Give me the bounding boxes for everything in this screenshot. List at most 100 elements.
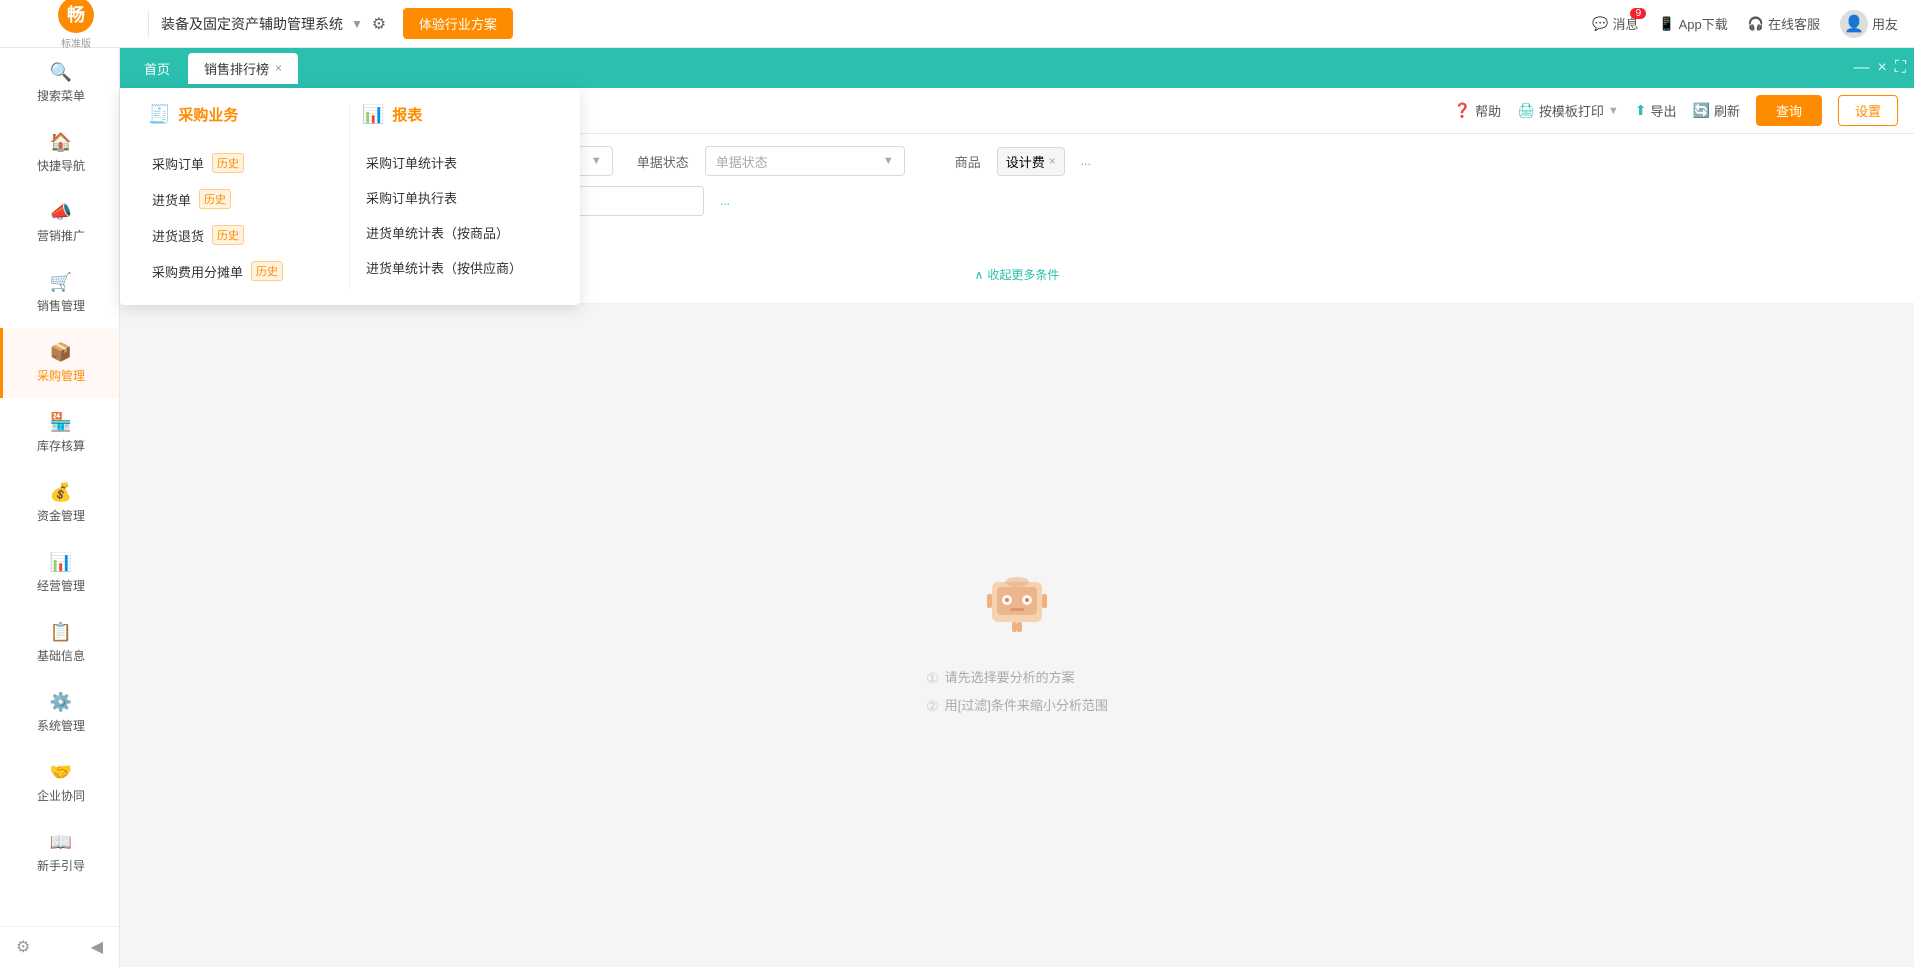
guide-icon: 📖 [50, 832, 72, 853]
sidebar-item-marketing[interactable]: 📣 营销推广 [0, 188, 119, 258]
notifications-btn[interactable]: 💬 消息 9 [1592, 14, 1638, 33]
history-badge-stock-return: 历史 [212, 225, 244, 245]
purchase-dropdown-menu: 🧾 采购业务 采购订单 历史 进货单 历史 进货退货 历史 采购费用分摊单 历史… [120, 88, 580, 305]
user-btn[interactable]: 👤 用友 [1840, 10, 1898, 38]
empty-state: ① 请先选择要分析的方案 ② 用[过滤]条件来缩小分析范围 [120, 304, 1914, 967]
purchase-section-icon: 🧾 [148, 104, 170, 125]
collapse-filters-btn[interactable]: ∧ 收起更多条件 [975, 266, 1060, 283]
sidebar: 🔍 搜索菜单 🏠 快捷导航 📣 营销推广 🛒 销售管理 📦 采购管理 🏪 库存核… [0, 48, 120, 967]
logo-subtext: 标准版 [61, 35, 91, 50]
system-name[interactable]: 装备及固定资产辅助管理系统 ▼ [161, 14, 363, 34]
search-icon: 🔍 [50, 62, 72, 83]
phone-icon: 📱 [1658, 16, 1674, 32]
document-status-select[interactable]: 单据状态 ▼ [705, 146, 905, 176]
purchase-section-title: 🧾 采购业务 [148, 104, 337, 133]
sidebar-collapse-btn[interactable]: ◀ [91, 937, 103, 957]
settings-btn[interactable]: 设置 [1838, 95, 1898, 126]
sidebar-item-finance[interactable]: 💰 资金管理 [0, 468, 119, 538]
finance-icon: 💰 [50, 482, 72, 503]
sidebar-item-inventory[interactable]: 🏪 库存核算 [0, 398, 119, 468]
cooperation-icon: 🤝 [50, 762, 72, 783]
empty-tip-1: ① 请先选择要分析的方案 [926, 664, 1108, 692]
menu-item-purchase-expense[interactable]: 采购费用分摊单 历史 [148, 253, 337, 289]
sidebar-item-quick-nav[interactable]: 🏠 快捷导航 [0, 118, 119, 188]
menu-item-stock-return[interactable]: 进货退货 历史 [148, 217, 337, 253]
sidebar-label-guide: 新手引导 [37, 857, 85, 874]
menu-item-order-stats[interactable]: 采购订单统计表 [362, 145, 552, 180]
sidebar-item-sales[interactable]: 🛒 销售管理 [0, 258, 119, 328]
sidebar-label-marketing: 营销推广 [37, 227, 85, 244]
menu-item-purchase-order[interactable]: 采购订单 历史 [148, 145, 337, 181]
tab-bar: 首页 销售排行榜 × — × ⛶ [120, 48, 1914, 88]
headset-icon: 🎧 [1748, 16, 1764, 32]
sidebar-item-operations[interactable]: 📊 经营管理 [0, 538, 119, 608]
sidebar-label-quick-nav: 快捷导航 [37, 157, 85, 174]
operations-icon: 📊 [50, 552, 72, 573]
refresh-icon: 🔄 [1693, 102, 1710, 119]
print-icon: 🖨 [1517, 102, 1535, 119]
industry-solution-btn[interactable]: 体验行业方案 [403, 8, 513, 39]
sidebar-item-cooperation[interactable]: 🤝 企业协同 [0, 748, 119, 818]
tab-close-icon[interactable]: × [275, 61, 282, 75]
sidebar-label-cooperation: 企业协同 [37, 787, 85, 804]
sidebar-label-inventory: 库存核算 [37, 437, 85, 454]
print-btn[interactable]: 🖨 按模板打印 ▼ [1517, 101, 1619, 120]
goods-tag[interactable]: 设计费 × [997, 147, 1065, 176]
sales-icon: 🛒 [50, 272, 72, 293]
tab-home[interactable]: 首页 [128, 53, 186, 84]
basic-info-icon: 📋 [50, 622, 72, 643]
sidebar-label-system: 系统管理 [37, 717, 85, 734]
message-icon: 💬 [1592, 16, 1608, 32]
logo-icon: 畅 [58, 0, 94, 33]
inventory-icon: 🏪 [50, 412, 72, 433]
menu-item-stock-stats-supplier[interactable]: 进货单统计表（按供应商） [362, 250, 552, 285]
sidebar-label-purchase: 采购管理 [37, 367, 85, 384]
salesperson-more-btn[interactable]: ... [720, 194, 730, 208]
history-badge-purchase-expense: 历史 [251, 261, 283, 281]
document-status-label: 单据状态 [629, 152, 689, 171]
export-btn[interactable]: ⬆ 导出 [1635, 101, 1677, 120]
logo: 畅 标准版 [16, 0, 136, 50]
sidebar-settings-btn[interactable]: ⚙ [16, 937, 30, 957]
menu-item-stock-stats-goods[interactable]: 进货单统计表（按商品） [362, 215, 552, 250]
empty-illustration [967, 552, 1067, 652]
goods-more-btn[interactable]: ... [1081, 154, 1091, 168]
online-service-btn[interactable]: 🎧 在线客服 [1748, 14, 1820, 33]
notifications-badge: 9 [1630, 8, 1646, 19]
system-dropdown-arrow: ▼ [351, 17, 363, 31]
tab-close-all-btn[interactable]: × [1877, 59, 1886, 77]
refresh-btn[interactable]: 🔄 刷新 [1693, 101, 1740, 120]
collapse-icon: ∧ [975, 268, 984, 282]
purchase-icon: 📦 [50, 342, 72, 363]
tab-ranking[interactable]: 销售排行榜 × [188, 53, 298, 84]
user-avatar: 👤 [1840, 10, 1868, 38]
sidebar-item-search[interactable]: 🔍 搜索菜单 [0, 48, 119, 118]
history-badge-stock-in: 历史 [199, 189, 231, 209]
empty-tip-2: ② 用[过滤]条件来缩小分析范围 [926, 692, 1108, 720]
report-col: 📊 报表 采购订单统计表 采购订单执行表 进货单统计表（按商品） 进货单统计表（… [350, 104, 564, 289]
help-btn[interactable]: ❓ 帮助 [1454, 101, 1501, 120]
tab-bar-right: — × ⛶ [1853, 59, 1906, 77]
topbar: 畅 标准版 装备及固定资产辅助管理系统 ▼ ⚙ 体验行业方案 💬 消息 9 📱 … [0, 0, 1914, 48]
menu-item-stock-in[interactable]: 进货单 历史 [148, 181, 337, 217]
sidebar-item-system[interactable]: ⚙️ 系统管理 [0, 678, 119, 748]
tab-minimize-btn[interactable]: — [1853, 59, 1869, 77]
report-section-icon: 📊 [362, 104, 384, 125]
sidebar-item-guide[interactable]: 📖 新手引导 [0, 818, 119, 888]
tab-fullscreen-btn[interactable]: ⛶ [1895, 59, 1906, 77]
svg-text:畅: 畅 [67, 4, 85, 25]
date-input-arrow: ▼ [591, 155, 602, 167]
print-dropdown-icon: ▼ [1608, 105, 1619, 117]
sidebar-item-purchase[interactable]: 📦 采购管理 [0, 328, 119, 398]
topbar-settings-btn[interactable]: ⚙ [363, 8, 395, 40]
purchase-business-col: 🧾 采购业务 采购订单 历史 进货单 历史 进货退货 历史 采购费用分摊单 历史 [136, 104, 350, 289]
goods-tag-close[interactable]: × [1049, 154, 1056, 168]
sidebar-label-operations: 经营管理 [37, 577, 85, 594]
menu-item-order-exec[interactable]: 采购订单执行表 [362, 180, 552, 215]
report-section-title: 📊 报表 [362, 104, 552, 133]
sidebar-item-basic-info[interactable]: 📋 基础信息 [0, 608, 119, 678]
history-badge-purchase-order: 历史 [212, 153, 244, 173]
sidebar-label-finance: 资金管理 [37, 507, 85, 524]
app-download-btn[interactable]: 📱 App下载 [1658, 14, 1727, 33]
query-btn[interactable]: 查询 [1756, 95, 1822, 126]
